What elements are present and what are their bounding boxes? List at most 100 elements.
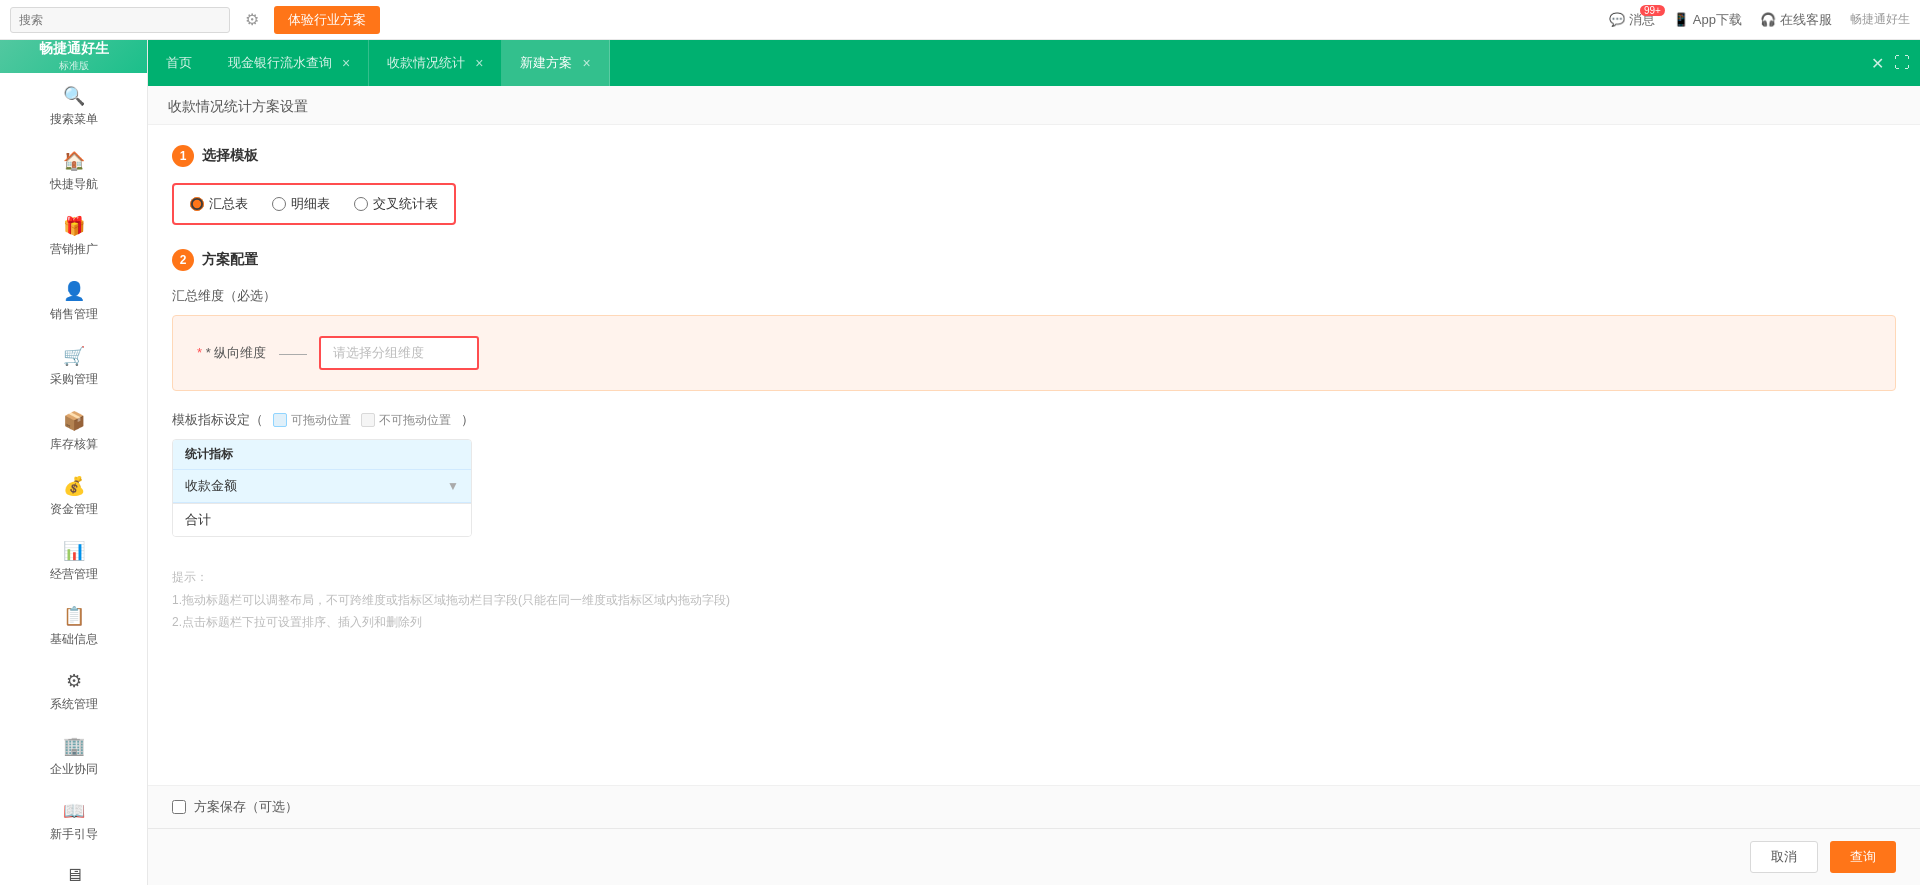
tab-home[interactable]: 首页: [148, 40, 210, 86]
tab-bank-flow-close[interactable]: ×: [342, 55, 350, 71]
smart-hw-icon: 🖥: [65, 865, 83, 885]
tip2: 2.点击标题栏下拉可设置排序、插入列和删除列: [172, 612, 1896, 634]
config-section: 2 方案配置 汇总维度（必选） * * 纵向维度 —— 请选择分组维度: [172, 249, 1896, 645]
message-icon: 💬: [1609, 12, 1625, 27]
message-item[interactable]: 💬 消息 99+: [1609, 11, 1655, 29]
template-section: 1 选择模板 汇总表 明细表: [172, 145, 1896, 225]
radio-crosstab-label: 交叉统计表: [373, 195, 438, 213]
purchase-label: 采购管理: [50, 371, 98, 388]
trial-button[interactable]: 体验行业方案: [274, 6, 380, 34]
username: 畅捷通好生: [1850, 11, 1910, 28]
non-movable-indicator: [361, 413, 375, 427]
layout: 畅捷通好生 标准版 🔍 搜索菜单 🏠 快捷导航 🎁 营销推广 👤 销售管理 🛒 …: [0, 40, 1920, 885]
tab-bank-flow[interactable]: 现金银行流水查询 ×: [210, 40, 369, 86]
enterprise-label: 企业协同: [50, 761, 98, 778]
page-header: 收款情况统计方案设置: [148, 86, 1920, 125]
search-input[interactable]: [10, 7, 230, 33]
purchase-icon: 🛒: [63, 345, 85, 367]
dimension-section-label: 汇总维度（必选）: [172, 287, 1896, 305]
radio-summary[interactable]: 汇总表: [190, 195, 248, 213]
footer: 取消 查询: [148, 828, 1920, 885]
sidebar-item-guide[interactable]: 📖 新手引导: [0, 788, 147, 853]
save-checkbox[interactable]: [172, 800, 186, 814]
app-download-label: App下载: [1693, 11, 1742, 29]
sales-label: 销售管理: [50, 306, 98, 323]
template-options-group: 汇总表 明细表 交叉统计表: [172, 183, 456, 225]
cancel-button[interactable]: 取消: [1750, 841, 1818, 873]
metrics-item-row[interactable]: 收款金额 ▼: [173, 470, 471, 503]
sidebar-item-inventory[interactable]: 📦 库存核算: [0, 398, 147, 463]
tab-receipt-stats-close[interactable]: ×: [475, 55, 483, 71]
save-option: 方案保存（可选）: [148, 785, 1920, 828]
required-mark: *: [197, 345, 202, 360]
sidebar-item-marketing[interactable]: 🎁 营销推广: [0, 203, 147, 268]
sidebar-item-smart-hw[interactable]: 🖥 智能硬件: [0, 853, 147, 885]
metrics-section: 模板指标设定（ 可拖动位置 不可拖动位置 ）: [172, 411, 1896, 645]
sidebar: 畅捷通好生 标准版 🔍 搜索菜单 🏠 快捷导航 🎁 营销推广 👤 销售管理 🛒 …: [0, 40, 148, 885]
sidebar-item-operation[interactable]: 📊 经营管理: [0, 528, 147, 593]
dimension-select[interactable]: 请选择分组维度: [319, 336, 479, 370]
form-area: 1 选择模板 汇总表 明细表: [148, 125, 1920, 785]
radio-detail[interactable]: 明细表: [272, 195, 330, 213]
support-icon: 🎧: [1760, 12, 1776, 27]
sidebar-item-search-menu[interactable]: 🔍 搜索菜单: [0, 73, 147, 138]
tab-new-plan-close[interactable]: ×: [582, 55, 590, 71]
app-download-item[interactable]: 📱 App下载: [1673, 11, 1742, 29]
section1-num: 1: [172, 145, 194, 167]
gear-icon[interactable]: ⚙: [238, 6, 266, 34]
section1-title: 选择模板: [202, 147, 258, 165]
inventory-icon: 📦: [63, 410, 85, 432]
tab-receipt-stats[interactable]: 收款情况统计 ×: [369, 40, 502, 86]
sidebar-item-basic[interactable]: 📋 基础信息: [0, 593, 147, 658]
metrics-header-label: 模板指标设定（: [172, 411, 263, 429]
tips-area: 提示： 1.拖动标题栏可以调整布局，不可跨维度或指标区域拖动栏目字段(只能在同一…: [172, 557, 1896, 645]
sidebar-item-sales[interactable]: 👤 销售管理: [0, 268, 147, 333]
tab-bar-spacer: [610, 40, 1861, 86]
radio-detail-label: 明细表: [291, 195, 330, 213]
sidebar-item-purchase[interactable]: 🛒 采购管理: [0, 333, 147, 398]
top-bar: ⚙ 体验行业方案 💬 消息 99+ 📱 App下载 🎧 在线客服 畅捷通好生: [0, 0, 1920, 40]
vertical-dimension-label: * * 纵向维度: [197, 344, 267, 362]
radio-crosstab[interactable]: 交叉统计表: [354, 195, 438, 213]
tab-bar: 首页 现金银行流水查询 × 收款情况统计 × 新建方案 × ✕ ⛶: [148, 40, 1920, 86]
sales-icon: 👤: [63, 280, 85, 302]
tips-title: 提示：: [172, 569, 1896, 586]
logo-text: 畅捷通好生: [39, 40, 109, 58]
config-section-header: 2 方案配置: [172, 249, 1896, 271]
radio-crosstab-input[interactable]: [354, 197, 368, 211]
online-support-label: 在线客服: [1780, 11, 1832, 29]
tab-expand-ctrl[interactable]: ⛶: [1894, 54, 1910, 72]
radio-summary-input[interactable]: [190, 197, 204, 211]
tab-bar-controls: ✕ ⛶: [1861, 40, 1920, 86]
sidebar-item-quick-nav[interactable]: 🏠 快捷导航: [0, 138, 147, 203]
metrics-table: 统计指标 收款金额 ▼ 合计: [172, 439, 472, 537]
sidebar-item-enterprise[interactable]: 🏢 企业协同: [0, 723, 147, 788]
movable-tag: 可拖动位置: [273, 412, 351, 429]
section2-title: 方案配置: [202, 251, 258, 269]
radio-detail-input[interactable]: [272, 197, 286, 211]
dimension-arrow: ——: [279, 345, 307, 361]
guide-label: 新手引导: [50, 826, 98, 843]
marketing-label: 营销推广: [50, 241, 98, 258]
guide-icon: 📖: [63, 800, 85, 822]
tab-receipt-stats-label: 收款情况统计: [387, 54, 465, 72]
main: 首页 现金银行流水查询 × 收款情况统计 × 新建方案 × ✕ ⛶ 收: [148, 40, 1920, 885]
metrics-total-row: 合计: [173, 504, 471, 536]
non-movable-tag: 不可拖动位置: [361, 412, 451, 429]
logo-sub: 标准版: [59, 59, 89, 73]
tab-bank-flow-label: 现金银行流水查询: [228, 54, 332, 72]
sidebar-item-finance[interactable]: 💰 资金管理: [0, 463, 147, 528]
inventory-label: 库存核算: [50, 436, 98, 453]
tab-new-plan[interactable]: 新建方案 ×: [502, 40, 609, 86]
metrics-category-header: 统计指标: [173, 440, 471, 470]
sidebar-item-system[interactable]: ⚙ 系统管理: [0, 658, 147, 723]
metrics-close-bracket: ）: [461, 411, 474, 429]
online-support-item[interactable]: 🎧 在线客服: [1760, 11, 1832, 29]
basic-label: 基础信息: [50, 631, 98, 648]
finance-label: 资金管理: [50, 501, 98, 518]
query-button[interactable]: 查询: [1830, 841, 1896, 873]
system-icon: ⚙: [66, 670, 82, 692]
app-icon: 📱: [1673, 12, 1689, 27]
tab-close-ctrl[interactable]: ✕: [1871, 54, 1884, 73]
section2-num: 2: [172, 249, 194, 271]
